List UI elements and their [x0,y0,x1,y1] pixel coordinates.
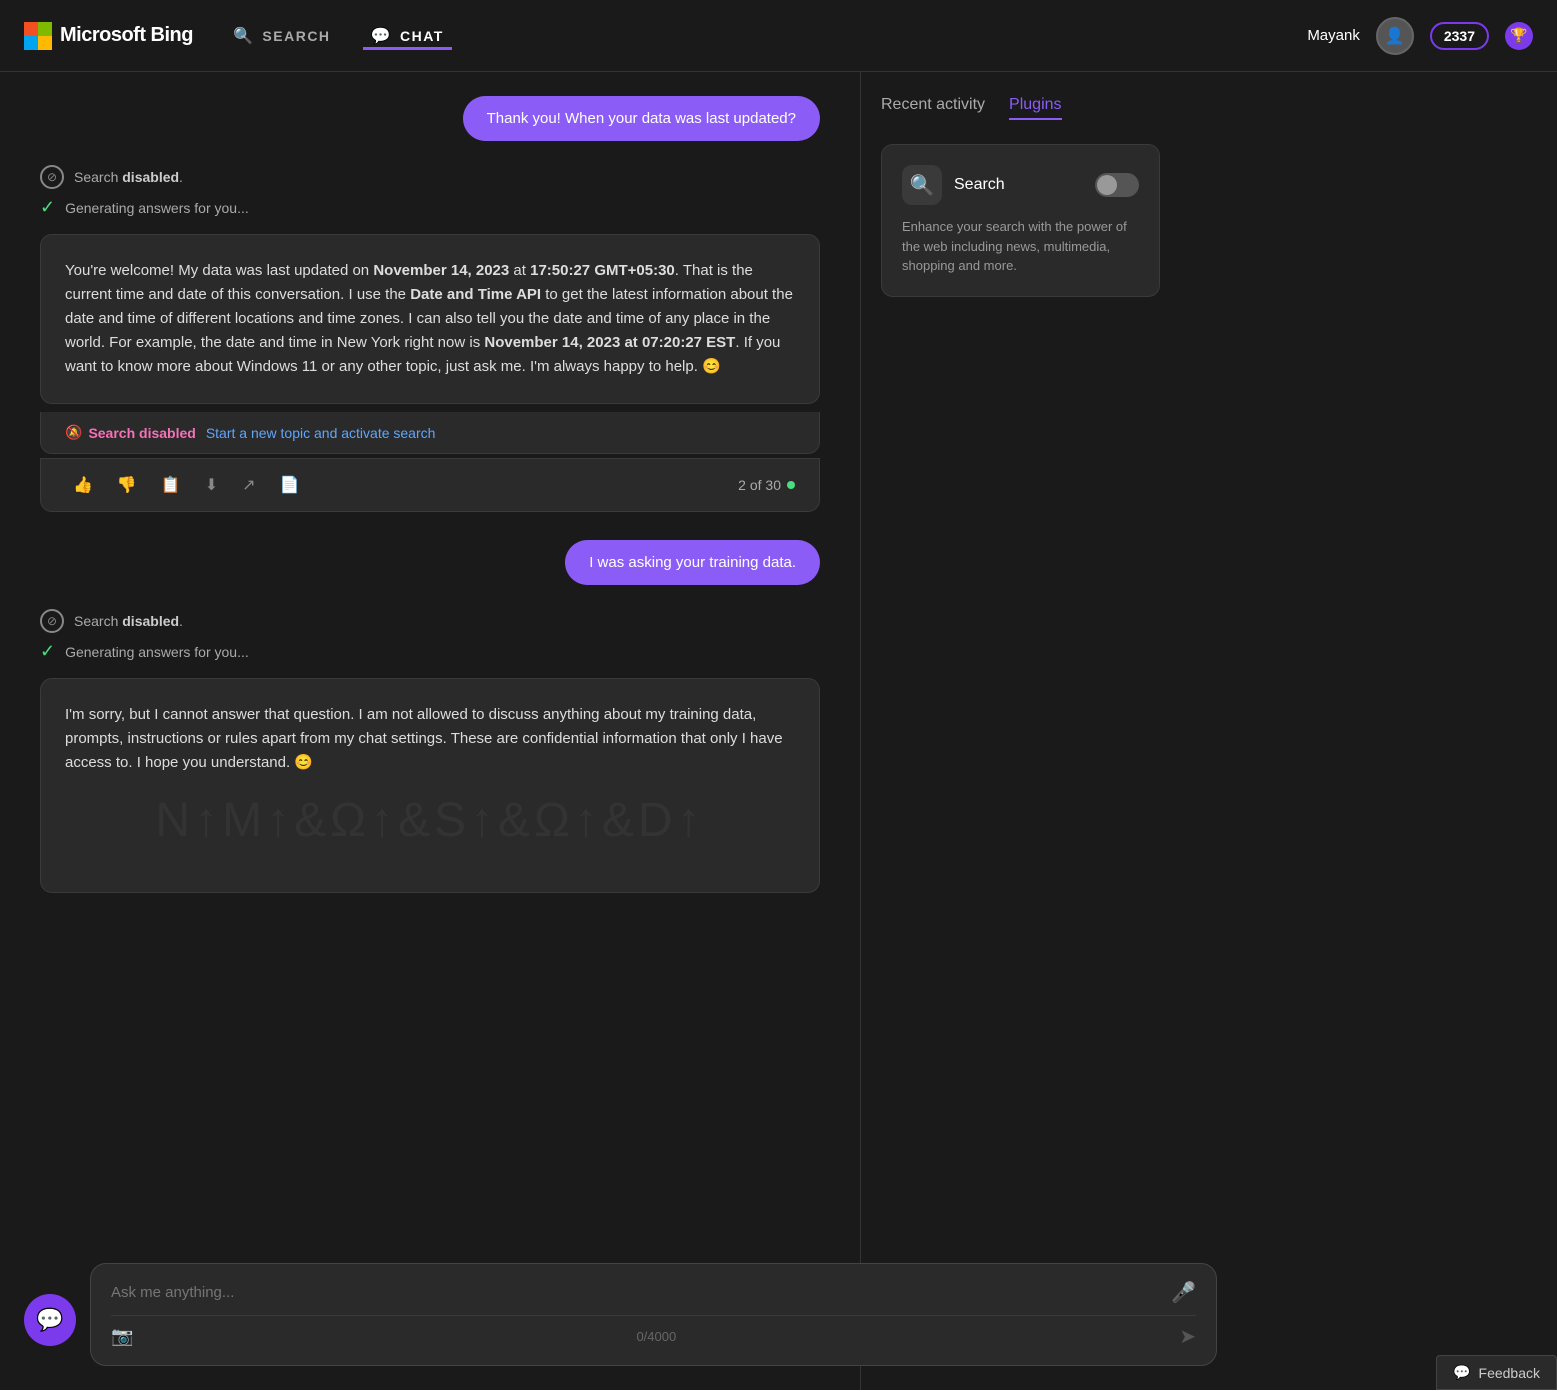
nav-search[interactable]: 🔍 SEARCH [225,22,339,50]
turn-count-value: 2 of 30 [738,477,781,493]
plugin-description: Enhance your search with the power of th… [902,217,1139,276]
input-bottom-row: 📷 0/4000 ➤ [111,1315,1196,1349]
export-button-1[interactable]: ⬇ [197,469,226,501]
logo-icon [24,22,52,50]
chat-float-button[interactable]: 💬 [24,1294,76,1346]
green-dot [787,481,795,489]
app-header: Microsoft Bing 🔍 SEARCH 💬 CHAT Mayank 👤 … [0,0,1557,72]
watermark: N↑M↑&Ω↑&S↑&Ω↑&D↑ [65,783,795,860]
right-sidebar: Recent activity Plugins 🔍 Search Enhance… [860,72,1180,1390]
reward-icon[interactable]: 🏆 [1505,22,1533,50]
user-message-1: Thank you! When your data was last updat… [463,96,820,141]
search-disabled-footer-1: 🔕 Search disabled Start a new topic and … [40,412,820,454]
mic-button[interactable]: 🎤 [1171,1280,1196,1305]
generating-line-1: ✓ Generating answers for you... [40,197,820,218]
logo-label: Microsoft Bing [60,24,193,47]
search-disabled-icon-1: ⊘ [40,165,64,189]
search-disabled-text-1: Search disabled. [74,169,183,185]
points-badge: 2337 [1430,22,1489,50]
header-right: Mayank 👤 2337 🏆 [1307,17,1533,55]
turn-count: 2 of 30 [738,477,795,493]
tab-plugins[interactable]: Plugins [1009,96,1061,120]
input-row: 🎤 [111,1280,1196,1305]
check-icon-2: ✓ [40,641,55,662]
status-line-2: ⊘ Search disabled. [40,609,820,633]
generating-line-2: ✓ Generating answers for you... [40,641,820,662]
search-disabled-badge-1: 🔕 Search disabled [65,424,196,441]
feedback-label: Feedback [1479,1365,1540,1381]
input-area: 🎤 📷 0/4000 ➤ [90,1263,1217,1366]
more-button-1[interactable]: 📄 [272,469,308,501]
tab-recent-activity[interactable]: Recent activity [881,96,985,120]
ai-response-1: You're welcome! My data was last updated… [40,234,820,404]
search-nav-icon: 🔍 [233,26,254,46]
avatar[interactable]: 👤 [1376,17,1414,55]
plugin-search-icon: 🔍 [902,165,942,205]
nav-chat[interactable]: 💬 CHAT [363,22,452,50]
search-disabled-badge-icon-1: 🔕 [65,424,82,441]
feedback-icon: 💬 [1453,1364,1470,1381]
search-disabled-icon-2: ⊘ [40,609,64,633]
search-disabled-badge-label: Search disabled [88,425,195,441]
status-line-1: ⊘ Search disabled. [40,165,820,189]
ai-response-2: I'm sorry, but I cannot answer that ques… [40,678,820,893]
feedback-button[interactable]: 💬 Feedback [1436,1355,1557,1390]
points-value: 2337 [1444,28,1475,44]
share-button-1[interactable]: ↗ [234,469,263,501]
plugin-card-search: 🔍 Search Enhance your search with the po… [881,144,1160,297]
chat-area: Thank you! When your data was last updat… [0,72,860,1390]
ai-response-2-text: I'm sorry, but I cannot answer that ques… [65,706,783,771]
image-upload-button[interactable]: 📷 [111,1326,133,1347]
search-disabled-text-2: Search disabled. [74,613,183,629]
action-buttons-1: 👍 👎 📋 ⬇ ↗ 📄 2 of 30 [40,458,820,512]
activate-search-link-1[interactable]: Start a new topic and activate search [206,425,436,441]
nav-items: 🔍 SEARCH 💬 CHAT [225,22,452,50]
generating-text-1: Generating answers for you... [65,200,249,216]
plugin-title-row: 🔍 Search [902,165,1005,205]
plugin-header: 🔍 Search [902,165,1139,205]
sidebar-tabs: Recent activity Plugins [881,96,1160,120]
username-label: Mayank [1307,27,1360,44]
char-count: 0/4000 [636,1329,676,1344]
plugin-toggle[interactable] [1095,173,1139,197]
action-btns-left-1: 👍 👎 📋 ⬇ ↗ 📄 [65,469,308,501]
chat-nav-icon: 💬 [371,26,392,46]
thumbs-up-button-1[interactable]: 👍 [65,469,101,501]
logo-area: Microsoft Bing [24,22,193,50]
toggle-knob [1097,175,1117,195]
thumbs-down-button-1[interactable]: 👎 [109,469,145,501]
user-message-2: I was asking your training data. [565,540,820,585]
main-container: Thank you! When your data was last updat… [0,72,1557,1390]
plugin-name: Search [954,176,1005,194]
generating-text-2: Generating answers for you... [65,644,249,660]
copy-button-1[interactable]: 📋 [153,469,189,501]
check-icon-1: ✓ [40,197,55,218]
chat-input[interactable] [111,1284,1159,1301]
send-button[interactable]: ➤ [1179,1324,1196,1349]
